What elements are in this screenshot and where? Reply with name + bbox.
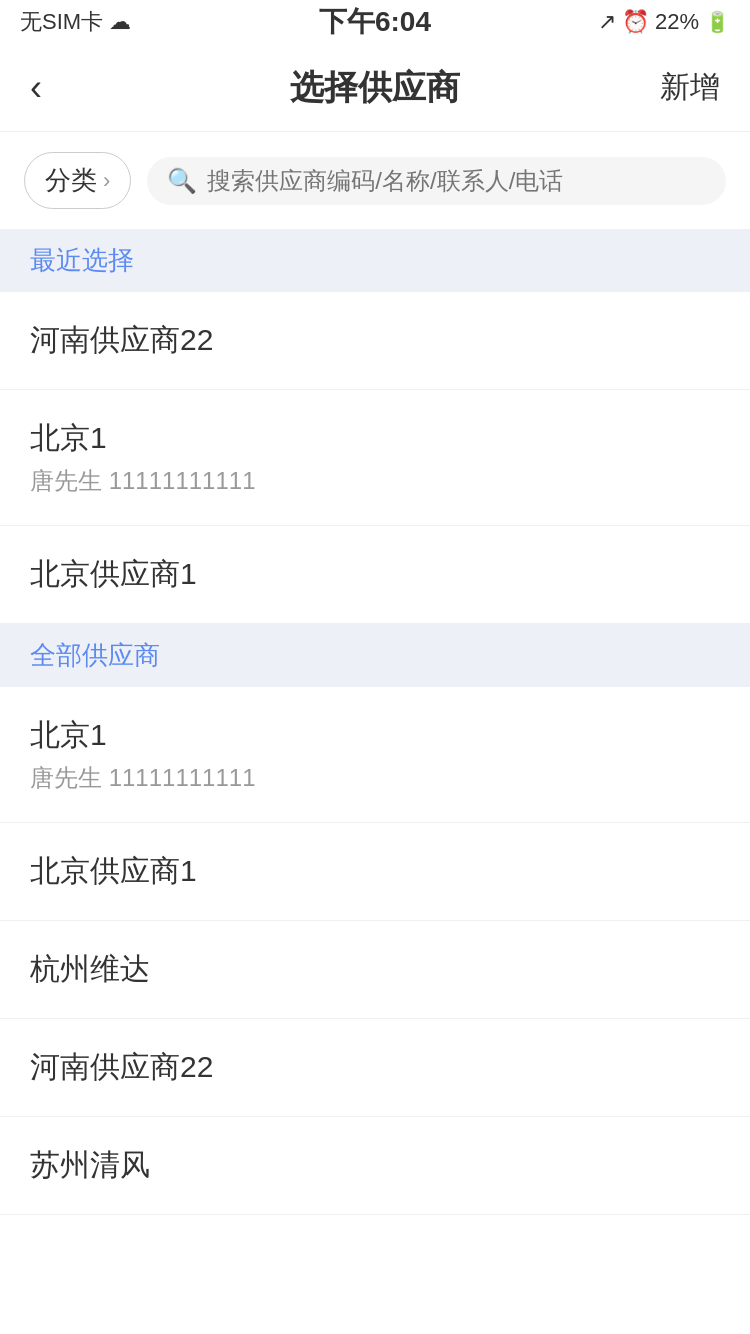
chevron-right-icon: › xyxy=(103,168,110,194)
item-sub: 唐先生 11111111111 xyxy=(30,762,720,794)
sim-label: 无SIM卡 ☁ xyxy=(20,7,131,37)
back-button[interactable]: ‹ xyxy=(30,67,110,109)
recent-list-item[interactable]: 河南供应商22 xyxy=(0,292,750,390)
item-name: 北京供应商1 xyxy=(30,554,720,595)
search-box: 🔍 xyxy=(147,157,726,205)
item-name: 苏州清风 xyxy=(30,1145,720,1186)
recent-section-label: 最近选择 xyxy=(30,245,134,275)
direction-icon: ↗ xyxy=(598,9,616,35)
battery-icon: 🔋 xyxy=(705,10,730,34)
nav-bar: ‹ 选择供应商 新增 xyxy=(0,44,750,132)
status-right: ↗ ⏰ 22% 🔋 xyxy=(598,9,730,35)
all-section-header: 全部供应商 xyxy=(0,624,750,687)
battery-label: 22% xyxy=(655,9,699,35)
all-list-item[interactable]: 北京供应商1 xyxy=(0,823,750,921)
search-icon: 🔍 xyxy=(167,167,197,195)
recent-list-item[interactable]: 北京供应商1 xyxy=(0,526,750,624)
recent-section-header: 最近选择 xyxy=(0,229,750,292)
item-sub: 唐先生 11111111111 xyxy=(30,465,720,497)
recent-list-item[interactable]: 北京1 唐先生 11111111111 xyxy=(0,390,750,526)
new-action-button[interactable]: 新增 xyxy=(640,67,720,108)
item-name: 北京供应商1 xyxy=(30,851,720,892)
item-name: 北京1 xyxy=(30,715,720,756)
nav-title: 选择供应商 xyxy=(290,65,460,111)
item-name: 杭州维达 xyxy=(30,949,720,990)
all-items-list: 北京1 唐先生 11111111111 北京供应商1 杭州维达河南供应商22 苏州清风 xyxy=(0,687,750,1215)
item-name: 北京1 xyxy=(30,418,720,459)
item-name: 河南供应商22 xyxy=(30,320,720,361)
item-name: 河南供应商22 xyxy=(30,1047,720,1088)
status-left: 无SIM卡 ☁ xyxy=(20,7,131,37)
recent-items-list: 河南供应商22 北京1 唐先生 11111111111 北京供应商1 xyxy=(0,292,750,624)
filter-bar: 分类 › 🔍 xyxy=(0,132,750,229)
search-input[interactable] xyxy=(207,167,706,195)
all-list-item[interactable]: 杭州维达 xyxy=(0,921,750,1019)
alarm-icon: ⏰ xyxy=(622,9,649,35)
status-bar: 无SIM卡 ☁ 下午6:04 ↗ ⏰ 22% 🔋 xyxy=(0,0,750,44)
all-section-label: 全部供应商 xyxy=(30,640,160,670)
all-list-item[interactable]: 河南供应商22 xyxy=(0,1019,750,1117)
category-button[interactable]: 分类 › xyxy=(24,152,131,209)
all-list-item[interactable]: 苏州清风 xyxy=(0,1117,750,1215)
status-time: 下午6:04 xyxy=(319,3,431,41)
category-label: 分类 xyxy=(45,163,97,198)
all-list-item[interactable]: 北京1 唐先生 11111111111 xyxy=(0,687,750,823)
